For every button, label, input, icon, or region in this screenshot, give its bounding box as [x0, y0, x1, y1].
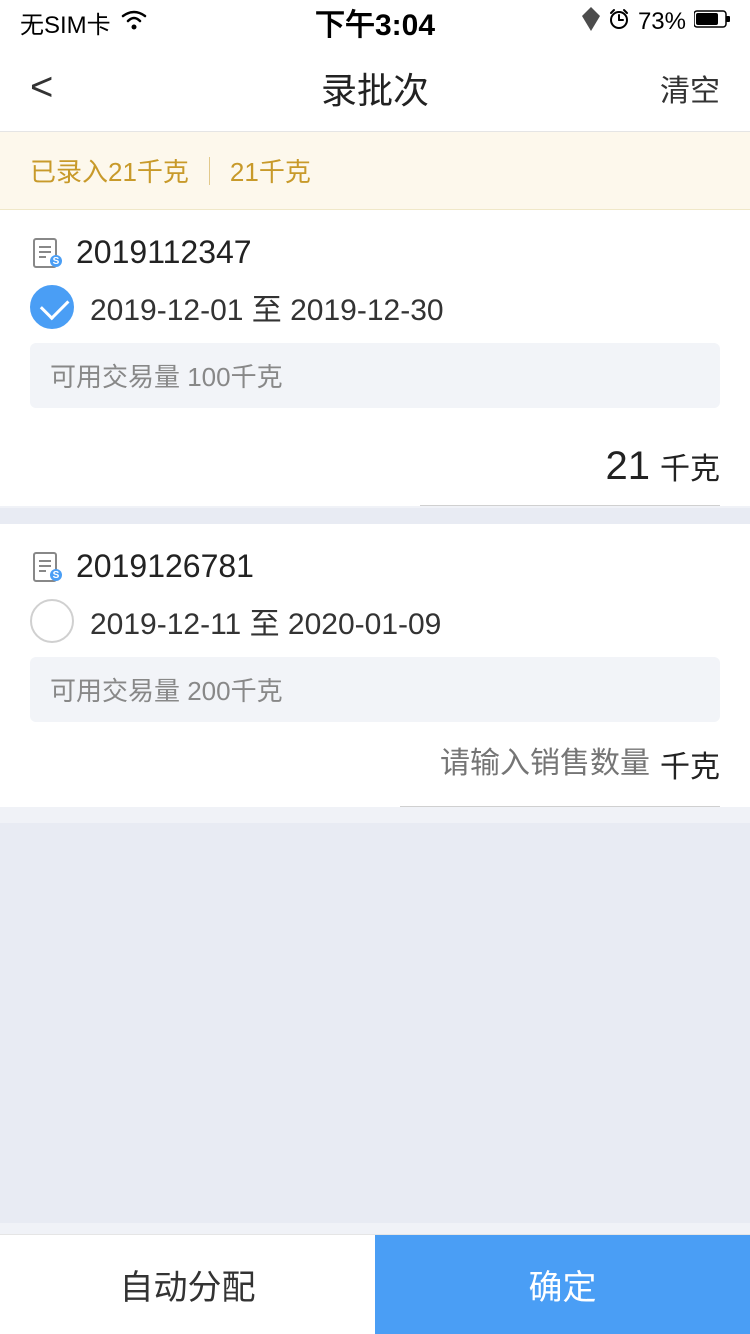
batch-2-radio[interactable]: [30, 599, 74, 643]
nav-bar: < 录批次 清空: [0, 44, 750, 132]
document-icon-1: S: [30, 235, 66, 271]
batch-2-id: 2019126781: [76, 548, 254, 585]
batch-2-card: S 2019126781 2019-12-11 至 2020-01-09 可用交…: [0, 524, 750, 807]
batch-2-available-qty: 可用交易量 200千克: [30, 657, 720, 722]
batch-1-amount-row: 21 千克: [0, 428, 750, 505]
status-bar-time: 下午3:04: [315, 0, 435, 44]
batch-1-amount-value: 21: [606, 444, 651, 489]
auto-distribute-button[interactable]: 自动分配: [0, 1235, 375, 1334]
alarm-icon: [608, 8, 630, 37]
status-bar: 无SIM卡 下午3:04 73%: [0, 0, 750, 44]
back-button[interactable]: <: [30, 65, 53, 110]
page-title: 录批次: [321, 62, 429, 114]
batch-2-qty-unit: 千克: [660, 742, 720, 786]
battery-text: 73%: [638, 8, 686, 36]
status-bar-left: 无SIM卡: [20, 5, 149, 40]
carrier-text: 无SIM卡: [20, 5, 111, 40]
recorded-qty-value: 21千克: [230, 152, 311, 189]
batch-2-input-row: 千克: [0, 742, 750, 806]
input-underline: [400, 806, 720, 807]
batch-1-header: S 2019112347: [30, 234, 720, 271]
confirm-button[interactable]: 确定: [375, 1235, 750, 1334]
amount-divider: [420, 505, 720, 506]
battery-icon: [694, 8, 730, 36]
batch-1-date: 2019-12-01 至 2019-12-30: [90, 285, 444, 329]
info-divider: [209, 157, 210, 185]
info-banner: 已录入21千克 21千克: [0, 132, 750, 210]
batch-1-card: S 2019112347 2019-12-01 至 2019-12-30 可用交…: [0, 210, 750, 506]
status-bar-right: 73%: [582, 7, 730, 38]
batch-1-id: 2019112347: [76, 234, 252, 271]
section-gap-1: [0, 508, 750, 524]
batch-1-available-qty: 可用交易量 100千克: [30, 343, 720, 408]
batch-2-date: 2019-12-11 至 2020-01-09: [90, 599, 441, 643]
gray-area: [0, 823, 750, 1223]
bottom-bar: 自动分配 确定: [0, 1234, 750, 1334]
batch-2-item: S 2019126781 2019-12-11 至 2020-01-09 可用交…: [0, 524, 750, 742]
recorded-qty-label: 已录入21千克: [30, 152, 189, 189]
svg-text:S: S: [53, 570, 60, 581]
document-icon-2: S: [30, 549, 66, 585]
batch-2-header: S 2019126781: [30, 548, 720, 585]
batch-2-row[interactable]: 2019-12-11 至 2020-01-09: [30, 599, 720, 643]
qty-input[interactable]: [370, 747, 650, 781]
batch-1-radio[interactable]: [30, 285, 74, 329]
batch-1-row[interactable]: 2019-12-01 至 2019-12-30: [30, 285, 720, 329]
location-icon: [582, 7, 600, 38]
clear-button[interactable]: 清空: [660, 66, 720, 110]
batch-1-item: S 2019112347 2019-12-01 至 2019-12-30 可用交…: [0, 210, 750, 428]
wifi-icon: [119, 8, 149, 37]
svg-text:S: S: [53, 256, 60, 267]
batch-1-amount-unit: 千克: [660, 444, 720, 488]
